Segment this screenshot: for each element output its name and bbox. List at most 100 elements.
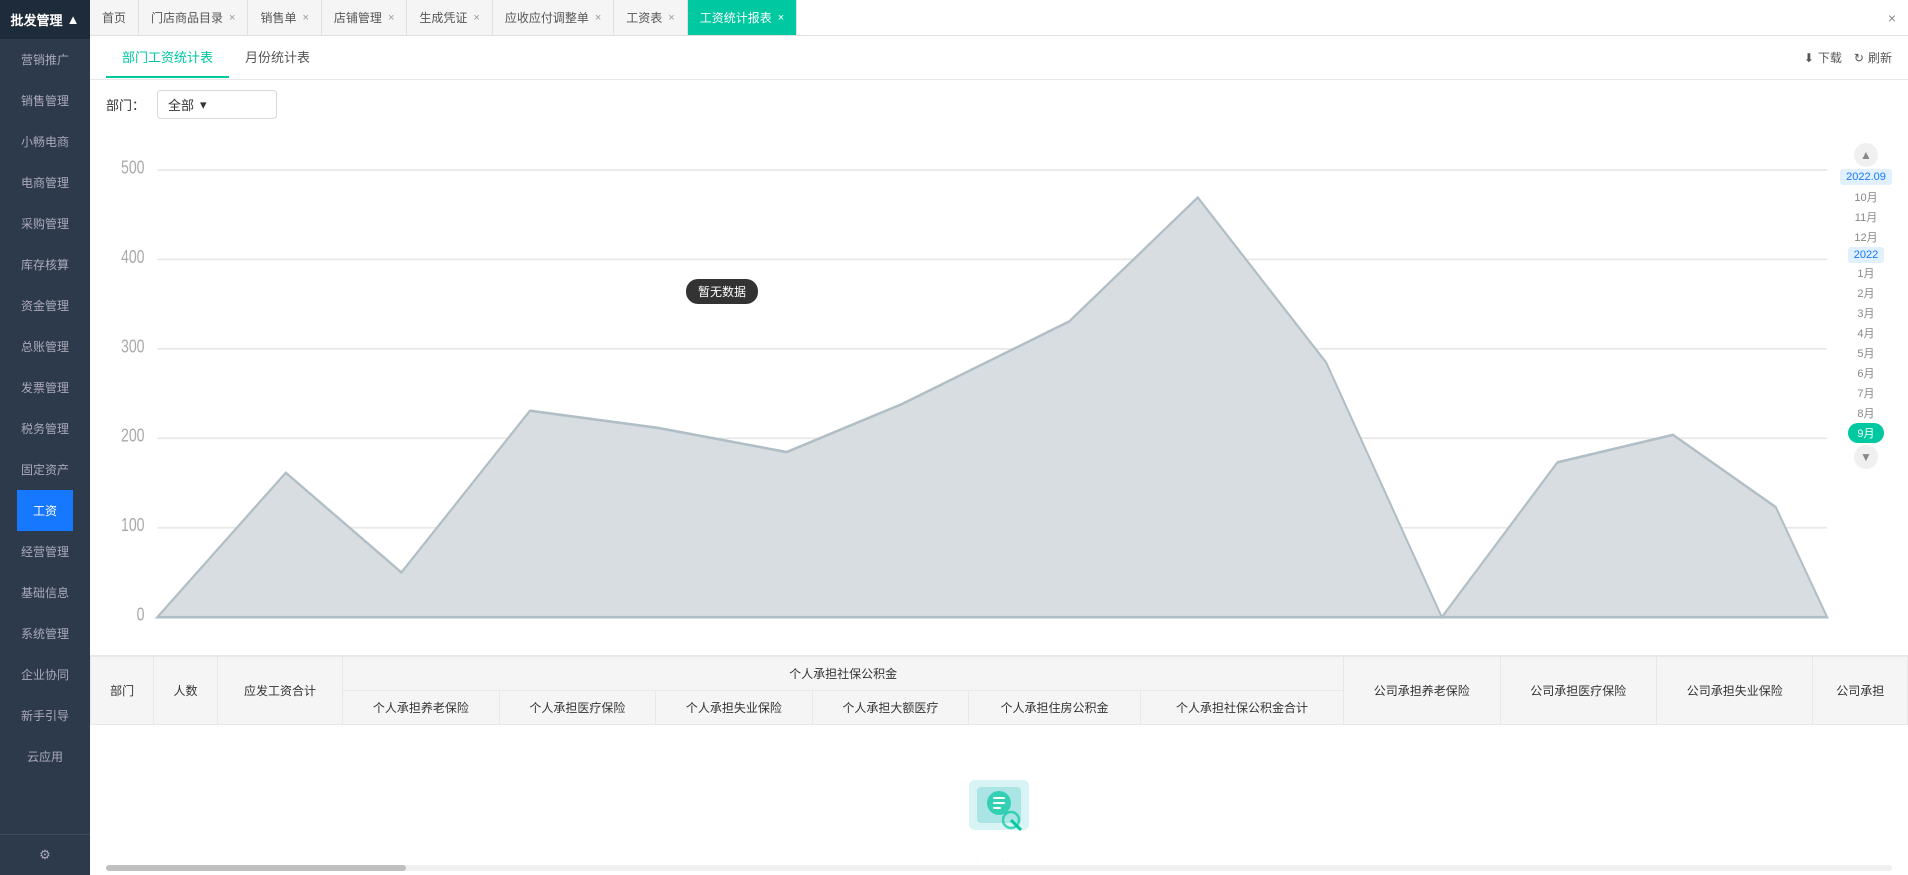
sidebar-footer-settings[interactable]: ⚙ (0, 834, 90, 875)
timeline-month-7月[interactable]: 7月 (1848, 383, 1884, 403)
sub-tab-月份统计表[interactable]: 月份统计表 (229, 37, 326, 78)
sidebar-header-arrow: ▲ (67, 12, 80, 27)
sidebar-item-云应用[interactable]: 云应用 (17, 736, 73, 777)
table-wrapper[interactable]: 部门 人数 应发工资合计 个人承担社保公积金 公司承担养老保险 公司承担医疗保险… (90, 656, 1908, 861)
refresh-icon: ↻ (1854, 51, 1864, 65)
refresh-label: 刷新 (1868, 49, 1892, 66)
timeline-year-label[interactable]: 2022.09 (1840, 169, 1892, 185)
tab-close-icon[interactable]: × (388, 12, 394, 24)
tab-close-icon[interactable]: × (229, 12, 235, 24)
sidebar-item-营销推广[interactable]: 营销推广 (17, 39, 73, 80)
tab-label: 工资统计报表 (700, 9, 772, 26)
tab-close-icon[interactable]: × (473, 12, 479, 24)
sidebar-item-税务管理[interactable]: 税务管理 (17, 408, 73, 449)
sidebar-item-新手引导[interactable]: 新手引导 (17, 695, 73, 736)
chart-svg: 500 400 300 200 100 0 (106, 139, 1840, 655)
svg-text:500: 500 (121, 156, 145, 178)
sidebar: 批发管理 ▲ 营销推广销售管理小畅电商电商管理采购管理库存核算资金管理总账管理发… (0, 0, 90, 875)
tab-生成凭证[interactable]: 生成凭证 × (407, 0, 492, 35)
timeline-month-4月[interactable]: 4月 (1848, 323, 1884, 343)
download-icon: ⬇ (1804, 51, 1814, 65)
th-personal-unemployment: 个人承担失业保险 (656, 691, 812, 725)
timeline-month-10月[interactable]: 10月 (1848, 187, 1884, 207)
th-company-pension: 公司承担养老保险 (1344, 657, 1500, 725)
department-filter-select[interactable]: 全部 ▾ (157, 90, 277, 119)
th-department: 部门 (91, 657, 154, 725)
tab-销售单[interactable]: 销售单 × (248, 0, 321, 35)
chart-area: 500 400 300 200 100 0 (90, 129, 1908, 655)
sidebar-item-采购管理[interactable]: 采购管理 (17, 203, 73, 244)
tab-label: 应收应付调整单 (505, 9, 589, 26)
timeline-month-3月[interactable]: 3月 (1848, 303, 1884, 323)
tab-label: 店铺管理 (334, 9, 382, 26)
tab-应收应付调整单[interactable]: 应收应付调整单 × (493, 0, 614, 35)
download-label: 下载 (1818, 49, 1842, 66)
th-headcount: 人数 (154, 657, 217, 725)
th-personal-housing: 个人承担住房公积金 (969, 691, 1141, 725)
department-filter-value: 全部 (168, 95, 194, 114)
tab-close-icon[interactable]: × (302, 12, 308, 24)
tab-bar: 首页门店商品目录×销售单×店铺管理×生成凭证×应收应付调整单×工资表×工资统计报… (90, 0, 1908, 36)
tab-门店商品目录[interactable]: 门店商品目录× (139, 0, 248, 35)
tab-close-icon[interactable]: × (595, 12, 601, 24)
sidebar-item-经营管理[interactable]: 经营管理 (17, 531, 73, 572)
sidebar-item-工资[interactable]: 工资 (17, 490, 73, 531)
sidebar-item-固定资产[interactable]: 固定资产 (17, 449, 73, 490)
timeline-month-6月[interactable]: 6月 (1848, 363, 1884, 383)
chevron-down-icon: ▾ (200, 97, 207, 113)
timeline-month-5月[interactable]: 5月 (1848, 343, 1884, 363)
svg-text:200: 200 (121, 425, 145, 447)
svg-text:400: 400 (121, 246, 145, 268)
chart-container: 500 400 300 200 100 0 (106, 139, 1840, 655)
sidebar-item-销售管理[interactable]: 销售管理 (17, 80, 73, 121)
timeline-month-12月[interactable]: 12月 (1848, 227, 1884, 247)
svg-text:300: 300 (121, 335, 145, 357)
sidebar-item-发票管理[interactable]: 发票管理 (17, 367, 73, 408)
timeline-month-1月[interactable]: 1月 (1848, 263, 1884, 283)
table-scrollbar-track[interactable] (106, 865, 1892, 871)
th-personal-major-medical: 个人承担大额医疗 (812, 691, 968, 725)
sidebar-item-库存核算[interactable]: 库存核算 (17, 244, 73, 285)
tab-close-icon[interactable]: × (778, 12, 784, 24)
tab-close-icon[interactable]: × (668, 12, 674, 24)
sidebar-item-资金管理[interactable]: 资金管理 (17, 285, 73, 326)
settings-icon: ⚙ (39, 847, 51, 862)
th-personal-total: 个人承担社保公积金合计 (1141, 691, 1344, 725)
table-empty-state: 暂无数据 (90, 725, 1908, 861)
sidebar-header-label: 批发管理 (11, 10, 63, 29)
sidebar-item-系统管理[interactable]: 系统管理 (17, 613, 73, 654)
timeline-down-nav[interactable]: ▼ (1854, 445, 1878, 469)
tab-店铺管理[interactable]: 店铺管理 × (322, 0, 407, 35)
stats-table: 部门 人数 应发工资合计 个人承担社保公积金 公司承担养老保险 公司承担医疗保险… (90, 656, 1908, 725)
tab-label: 工资表 (626, 9, 662, 26)
tab-label: 生成凭证 (419, 9, 467, 26)
timeline-month-11月[interactable]: 11月 (1848, 207, 1884, 227)
sub-tab-部门工资统计表[interactable]: 部门工资统计表 (106, 37, 229, 78)
th-company-unemployment: 公司承担失业保险 (1657, 657, 1813, 725)
sidebar-item-企业协同[interactable]: 企业协同 (17, 654, 73, 695)
tab-工资统计报表[interactable]: 工资统计报表 × (688, 0, 797, 35)
svg-text:0: 0 (137, 604, 145, 626)
timeline-month-8月[interactable]: 8月 (1848, 403, 1884, 423)
timeline-year-2022[interactable]: 2022 (1848, 247, 1884, 263)
sidebar-item-基础信息[interactable]: 基础信息 (17, 572, 73, 613)
sidebar-header[interactable]: 批发管理 ▲ (0, 0, 90, 39)
tab-bar-close-button[interactable]: × (1876, 10, 1908, 26)
sidebar-item-电商管理[interactable]: 电商管理 (17, 162, 73, 203)
table-scrollbar-thumb[interactable] (106, 865, 406, 871)
download-button[interactable]: ⬇ 下载 (1804, 49, 1842, 66)
th-personal-medical: 个人承担医疗保险 (499, 691, 655, 725)
th-personal-insurance-group: 个人承担社保公积金 (343, 657, 1344, 691)
sidebar-item-总账管理[interactable]: 总账管理 (17, 326, 73, 367)
tab-首页[interactable]: 首页 (90, 0, 139, 35)
sidebar-item-小畅电商[interactable]: 小畅电商 (17, 121, 73, 162)
tab-工资表[interactable]: 工资表 × (614, 0, 687, 35)
timeline-up-nav[interactable]: ▲ (1854, 143, 1878, 167)
timeline-month-2月[interactable]: 2月 (1848, 283, 1884, 303)
content-area: 部门工资统计表月份统计表 ⬇ 下载 ↻ 刷新 部门： 全部 ▾ (90, 36, 1908, 875)
refresh-button[interactable]: ↻ 刷新 (1854, 49, 1892, 66)
tab-label: 销售单 (260, 9, 296, 26)
th-salary-total: 应发工资合计 (217, 657, 342, 725)
timeline-month-9月[interactable]: 9月 (1848, 423, 1884, 443)
svg-text:100: 100 (121, 514, 145, 536)
